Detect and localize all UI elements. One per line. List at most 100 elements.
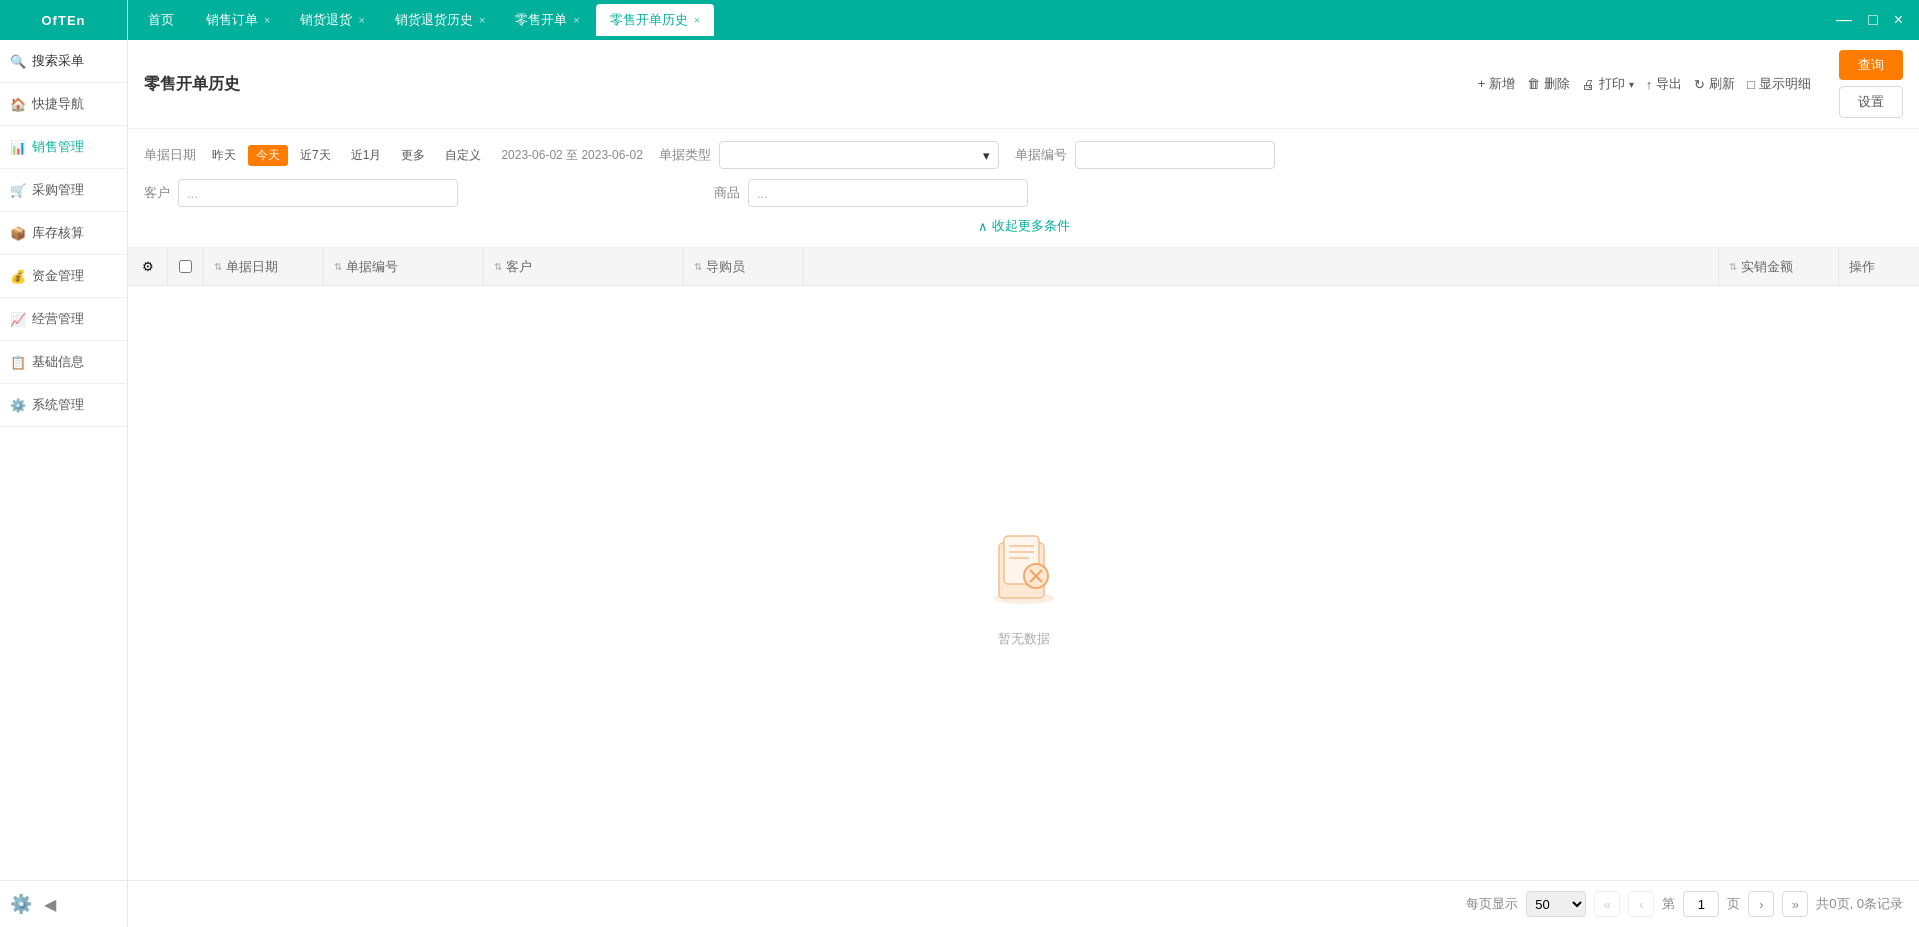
settings-button[interactable]: ⚙️ (10, 893, 32, 915)
th-action-label: 操作 (1849, 258, 1875, 276)
export-button[interactable]: ↑ 导出 (1646, 75, 1683, 93)
tab-retail-open-label: 零售开单 (515, 11, 567, 29)
select-all-checkbox[interactable] (179, 260, 192, 273)
date-btn-7days[interactable]: 近7天 (292, 145, 339, 166)
table-settings-button[interactable]: ⚙ (128, 248, 168, 285)
maximize-button[interactable]: □ (1864, 9, 1882, 31)
per-page-select[interactable]: 50 10 20 100 (1526, 891, 1586, 917)
tab-sales-return-history-label: 销货退货历史 (395, 11, 473, 29)
sidebar-item-label: 基础信息 (32, 353, 84, 371)
th-action: 操作 (1839, 248, 1919, 285)
table-select-all[interactable] (168, 248, 204, 285)
date-filter-label: 单据日期 (144, 146, 196, 164)
th-guide: ⇅ 导购员 (684, 248, 804, 285)
sidebar-item-basic-info[interactable]: 📋 基础信息 (0, 341, 127, 384)
page-title: 零售开单历史 (144, 74, 1478, 95)
sort-number-icon[interactable]: ⇅ (334, 261, 342, 272)
th-customer: ⇅ 客户 (484, 248, 684, 285)
filter-area: 单据日期 昨天 今天 近7天 近1月 更多 自定义 2023-06-02 至 2… (128, 129, 1919, 248)
tab-sales-order[interactable]: 销售订单 × (192, 4, 284, 36)
customer-input[interactable]: ... (178, 179, 458, 207)
filter-goods: 商品 ... (714, 179, 1028, 207)
delete-button[interactable]: 🗑 删除 (1527, 75, 1570, 93)
tab-sales-return[interactable]: 销货退货 × (286, 4, 378, 36)
sidebar-item-label: 库存核算 (32, 224, 84, 242)
tab-home[interactable]: 首页 (132, 4, 190, 36)
filter-collapse-button[interactable]: ∧ 收起更多条件 (144, 217, 1903, 235)
goods-input[interactable]: ... (748, 179, 1028, 207)
page-suffix: 页 (1727, 895, 1740, 913)
search-label: 搜索采单 (32, 52, 84, 70)
sidebar-item-finance[interactable]: 💰 资金管理 (0, 255, 127, 298)
tab-sales-return-history-close[interactable]: × (479, 14, 485, 26)
sort-date-icon[interactable]: ⇅ (214, 261, 222, 272)
first-page-button[interactable]: « (1594, 891, 1620, 917)
empty-state: 暂无数据 (128, 286, 1919, 880)
refresh-icon: ↻ (1694, 77, 1705, 92)
date-btn-custom[interactable]: 自定义 (437, 145, 489, 166)
tab-home-label: 首页 (148, 11, 174, 29)
print-button[interactable]: 🖨 🖨 打印 打印 ▾ (1582, 75, 1634, 93)
next-page-button[interactable]: › (1748, 891, 1774, 917)
page-number-input[interactable] (1683, 891, 1719, 917)
tab-retail-open[interactable]: 零售开单 × (501, 4, 593, 36)
th-number-label: 单据编号 (346, 258, 398, 276)
sidebar-item-purchase-mgmt[interactable]: 🛒 采购管理 (0, 169, 127, 212)
th-customer-label: 客户 (506, 258, 532, 276)
sidebar-item-operation[interactable]: 📈 经营管理 (0, 298, 127, 341)
page-label: 第 (1662, 895, 1675, 913)
query-button[interactable]: 查询 (1839, 50, 1903, 80)
filter-date: 单据日期 昨天 今天 近7天 近1月 更多 自定义 2023-06-02 至 2… (144, 145, 643, 166)
sort-guide-icon[interactable]: ⇅ (694, 261, 702, 272)
sort-amount-icon[interactable]: ⇅ (1729, 261, 1737, 272)
tab-sales-return-label: 销货退货 (300, 11, 352, 29)
sidebar-item-sys-mgmt[interactable]: ⚙️ 系统管理 (0, 384, 127, 427)
table-area: ⚙ ⇅ 单据日期 ⇅ 单据编号 ⇅ 客户 ⇅ (128, 248, 1919, 880)
date-btn-more[interactable]: 更多 (393, 145, 433, 166)
prev-page-button[interactable]: ‹ (1628, 891, 1654, 917)
display-detail-button[interactable]: □ 显示明细 (1747, 75, 1811, 93)
tab-sales-return-close[interactable]: × (358, 14, 364, 26)
sidebar-item-inventory[interactable]: 📦 库存核算 (0, 212, 127, 255)
doc-type-label: 单据类型 (659, 146, 711, 164)
close-window-button[interactable]: × (1890, 9, 1907, 31)
tab-sales-return-history[interactable]: 销货退货历史 × (381, 4, 499, 36)
add-button[interactable]: + 新增 (1478, 75, 1515, 93)
refresh-button[interactable]: ↻ 刷新 (1694, 75, 1735, 93)
date-range-display: 2023-06-02 至 2023-06-02 (501, 147, 642, 164)
pagination: 每页显示 50 10 20 100 « ‹ 第 页 › » 共0页, 0条记录 (128, 880, 1919, 927)
customer-label: 客户 (144, 184, 170, 202)
th-date: ⇅ 单据日期 (204, 248, 324, 285)
sidebar-item-sales-mgmt[interactable]: 📊 销售管理 (0, 126, 127, 169)
setting-button[interactable]: 设置 (1839, 86, 1903, 118)
print-dropdown-icon[interactable]: ▾ (1629, 79, 1634, 90)
th-spacer (804, 248, 1719, 285)
sidebar-item-quick-nav[interactable]: 🏠 快捷导航 (0, 83, 127, 126)
tab-sales-order-label: 销售订单 (206, 11, 258, 29)
doc-type-select[interactable]: ▾ (719, 141, 999, 169)
filter-row-1: 单据日期 昨天 今天 近7天 近1月 更多 自定义 2023-06-02 至 2… (144, 141, 1903, 169)
search-menu-item[interactable]: 🔍 搜索采单 (0, 40, 127, 83)
tab-retail-open-history[interactable]: 零售开单历史 × (596, 4, 714, 36)
table-header: ⚙ ⇅ 单据日期 ⇅ 单据编号 ⇅ 客户 ⇅ (128, 248, 1919, 286)
sort-customer-icon[interactable]: ⇅ (494, 261, 502, 272)
tab-sales-order-close[interactable]: × (264, 14, 270, 26)
date-btn-yesterday[interactable]: 昨天 (204, 145, 244, 166)
sidebar-item-label: 销售管理 (32, 138, 84, 156)
tab-retail-open-history-close[interactable]: × (694, 14, 700, 26)
last-page-button[interactable]: » (1782, 891, 1808, 917)
collapse-sidebar-button[interactable]: ◀ (44, 895, 56, 914)
sidebar-item-label: 快捷导航 (32, 95, 84, 113)
filter-row-2: 客户 ... 商品 ... (144, 179, 1903, 207)
minimize-button[interactable]: — (1832, 9, 1856, 31)
main-area: 首页 销售订单 × 销货退货 × 销货退货历史 × 零售开单 × 零售开单历史 … (128, 0, 1919, 927)
tab-retail-open-close[interactable]: × (573, 14, 579, 26)
empty-text: 暂无数据 (998, 630, 1050, 648)
collapse-icon: ∧ (978, 219, 988, 234)
empty-state-icon (974, 518, 1074, 618)
doc-number-input[interactable] (1075, 141, 1275, 169)
date-btn-today[interactable]: 今天 (248, 145, 288, 166)
date-btn-1month[interactable]: 近1月 (343, 145, 390, 166)
doc-number-label: 单据编号 (1015, 146, 1067, 164)
doc-type-dropdown-icon: ▾ (983, 148, 990, 163)
